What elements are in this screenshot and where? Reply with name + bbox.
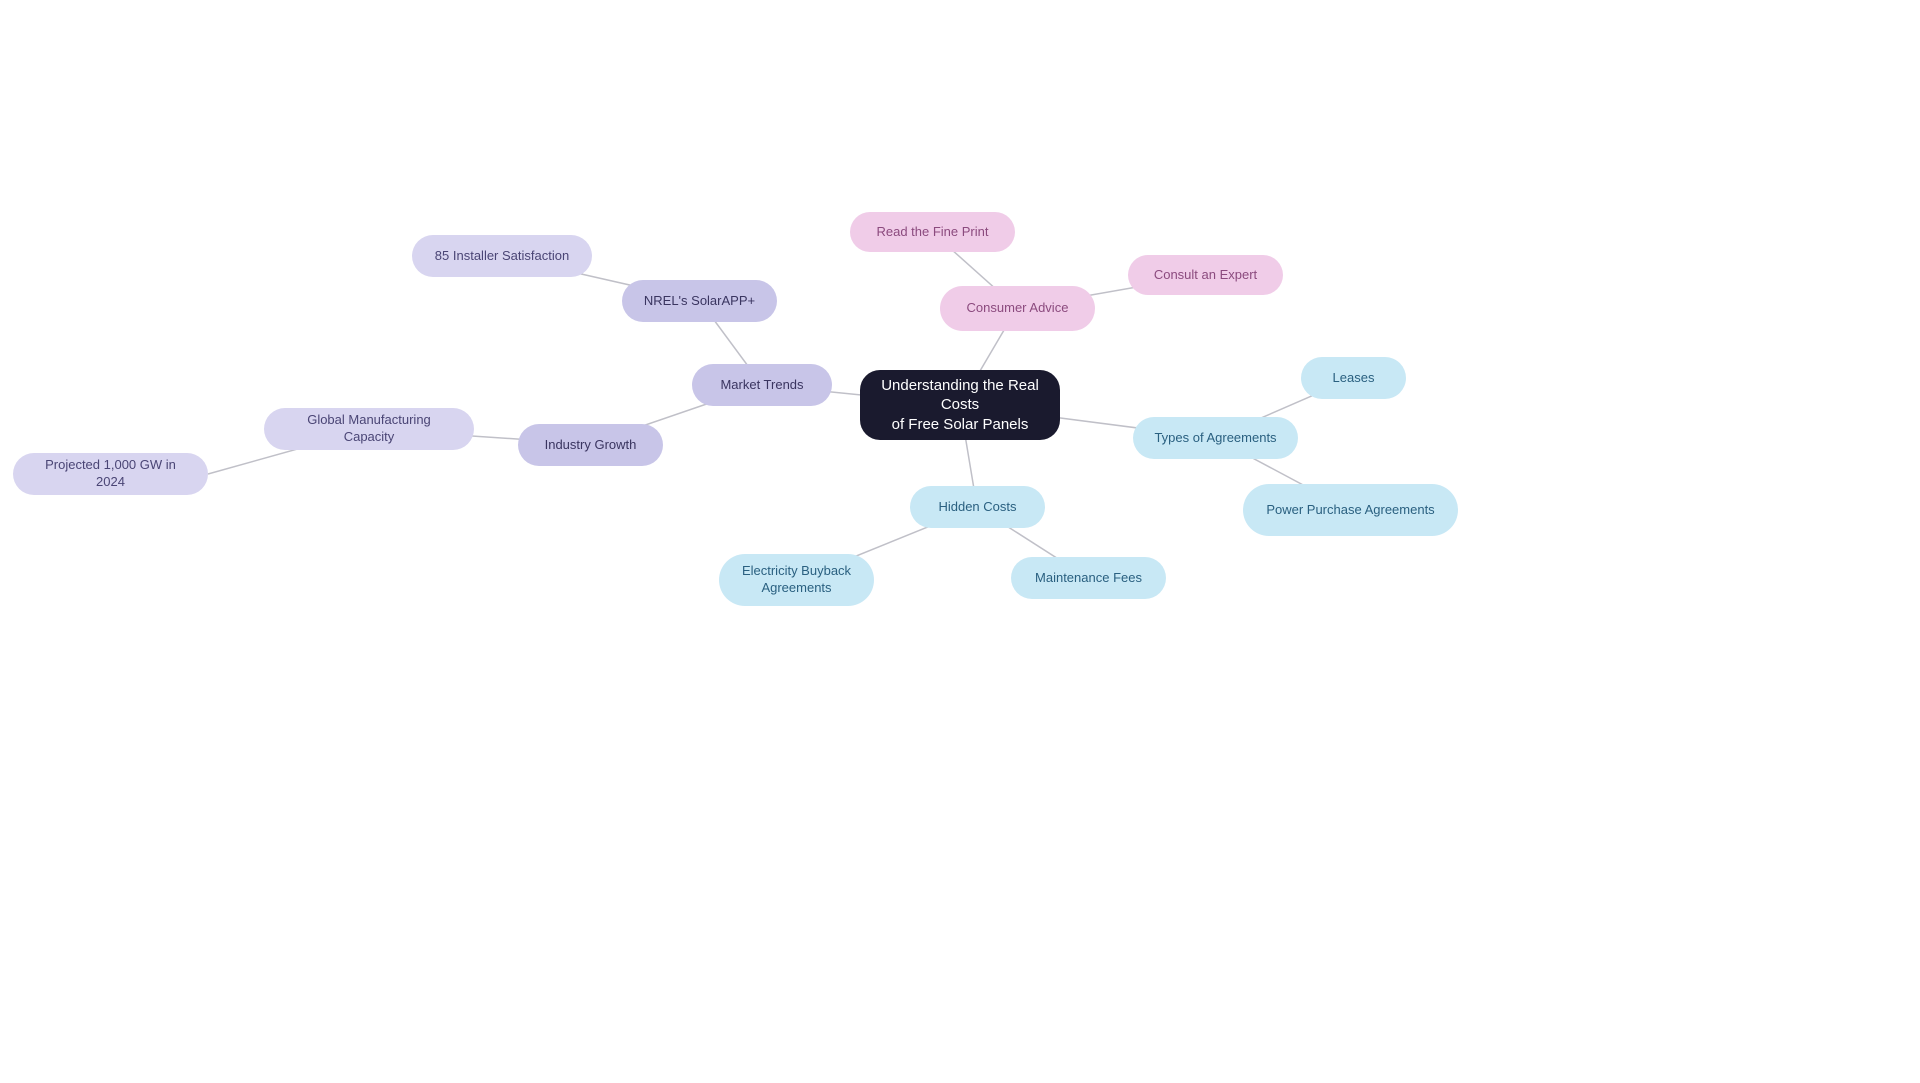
- leases-node[interactable]: Leases: [1301, 357, 1406, 399]
- market-trends-label: Market Trends: [720, 377, 803, 394]
- projected-label: Projected 1,000 GW in 2024: [33, 457, 188, 491]
- electricity-buyback-node[interactable]: Electricity Buyback Agreements: [719, 554, 874, 606]
- read-fine-print-node[interactable]: Read the Fine Print: [850, 212, 1015, 252]
- installer-satisfaction-label: 85 Installer Satisfaction: [435, 248, 569, 265]
- hidden-costs-label: Hidden Costs: [938, 499, 1016, 516]
- projected-node[interactable]: Projected 1,000 GW in 2024: [13, 453, 208, 495]
- hidden-costs-node[interactable]: Hidden Costs: [910, 486, 1045, 528]
- maintenance-fees-node[interactable]: Maintenance Fees: [1011, 557, 1166, 599]
- center-node[interactable]: Understanding the Real Costs of Free Sol…: [860, 370, 1060, 440]
- types-agreements-label: Types of Agreements: [1154, 430, 1276, 447]
- power-purchase-node[interactable]: Power Purchase Agreements: [1243, 484, 1458, 536]
- industry-growth-node[interactable]: Industry Growth: [518, 424, 663, 466]
- market-trends-node[interactable]: Market Trends: [692, 364, 832, 406]
- consult-expert-label: Consult an Expert: [1154, 267, 1257, 284]
- installer-satisfaction-node[interactable]: 85 Installer Satisfaction: [412, 235, 592, 277]
- types-agreements-node[interactable]: Types of Agreements: [1133, 417, 1298, 459]
- consumer-advice-node[interactable]: Consumer Advice: [940, 286, 1095, 331]
- global-manufacturing-node[interactable]: Global Manufacturing Capacity: [264, 408, 474, 450]
- nrel-solar-label: NREL's SolarAPP+: [644, 293, 755, 310]
- read-fine-print-label: Read the Fine Print: [876, 224, 988, 241]
- leases-label: Leases: [1333, 370, 1375, 387]
- center-label: Understanding the Real Costs of Free Sol…: [880, 376, 1040, 435]
- electricity-buyback-label: Electricity Buyback Agreements: [742, 563, 851, 597]
- industry-growth-label: Industry Growth: [545, 437, 637, 454]
- power-purchase-label: Power Purchase Agreements: [1266, 502, 1434, 519]
- consult-expert-node[interactable]: Consult an Expert: [1128, 255, 1283, 295]
- nrel-solar-node[interactable]: NREL's SolarAPP+: [622, 280, 777, 322]
- consumer-advice-label: Consumer Advice: [967, 300, 1069, 317]
- maintenance-fees-label: Maintenance Fees: [1035, 570, 1142, 587]
- global-manufacturing-label: Global Manufacturing Capacity: [284, 412, 454, 446]
